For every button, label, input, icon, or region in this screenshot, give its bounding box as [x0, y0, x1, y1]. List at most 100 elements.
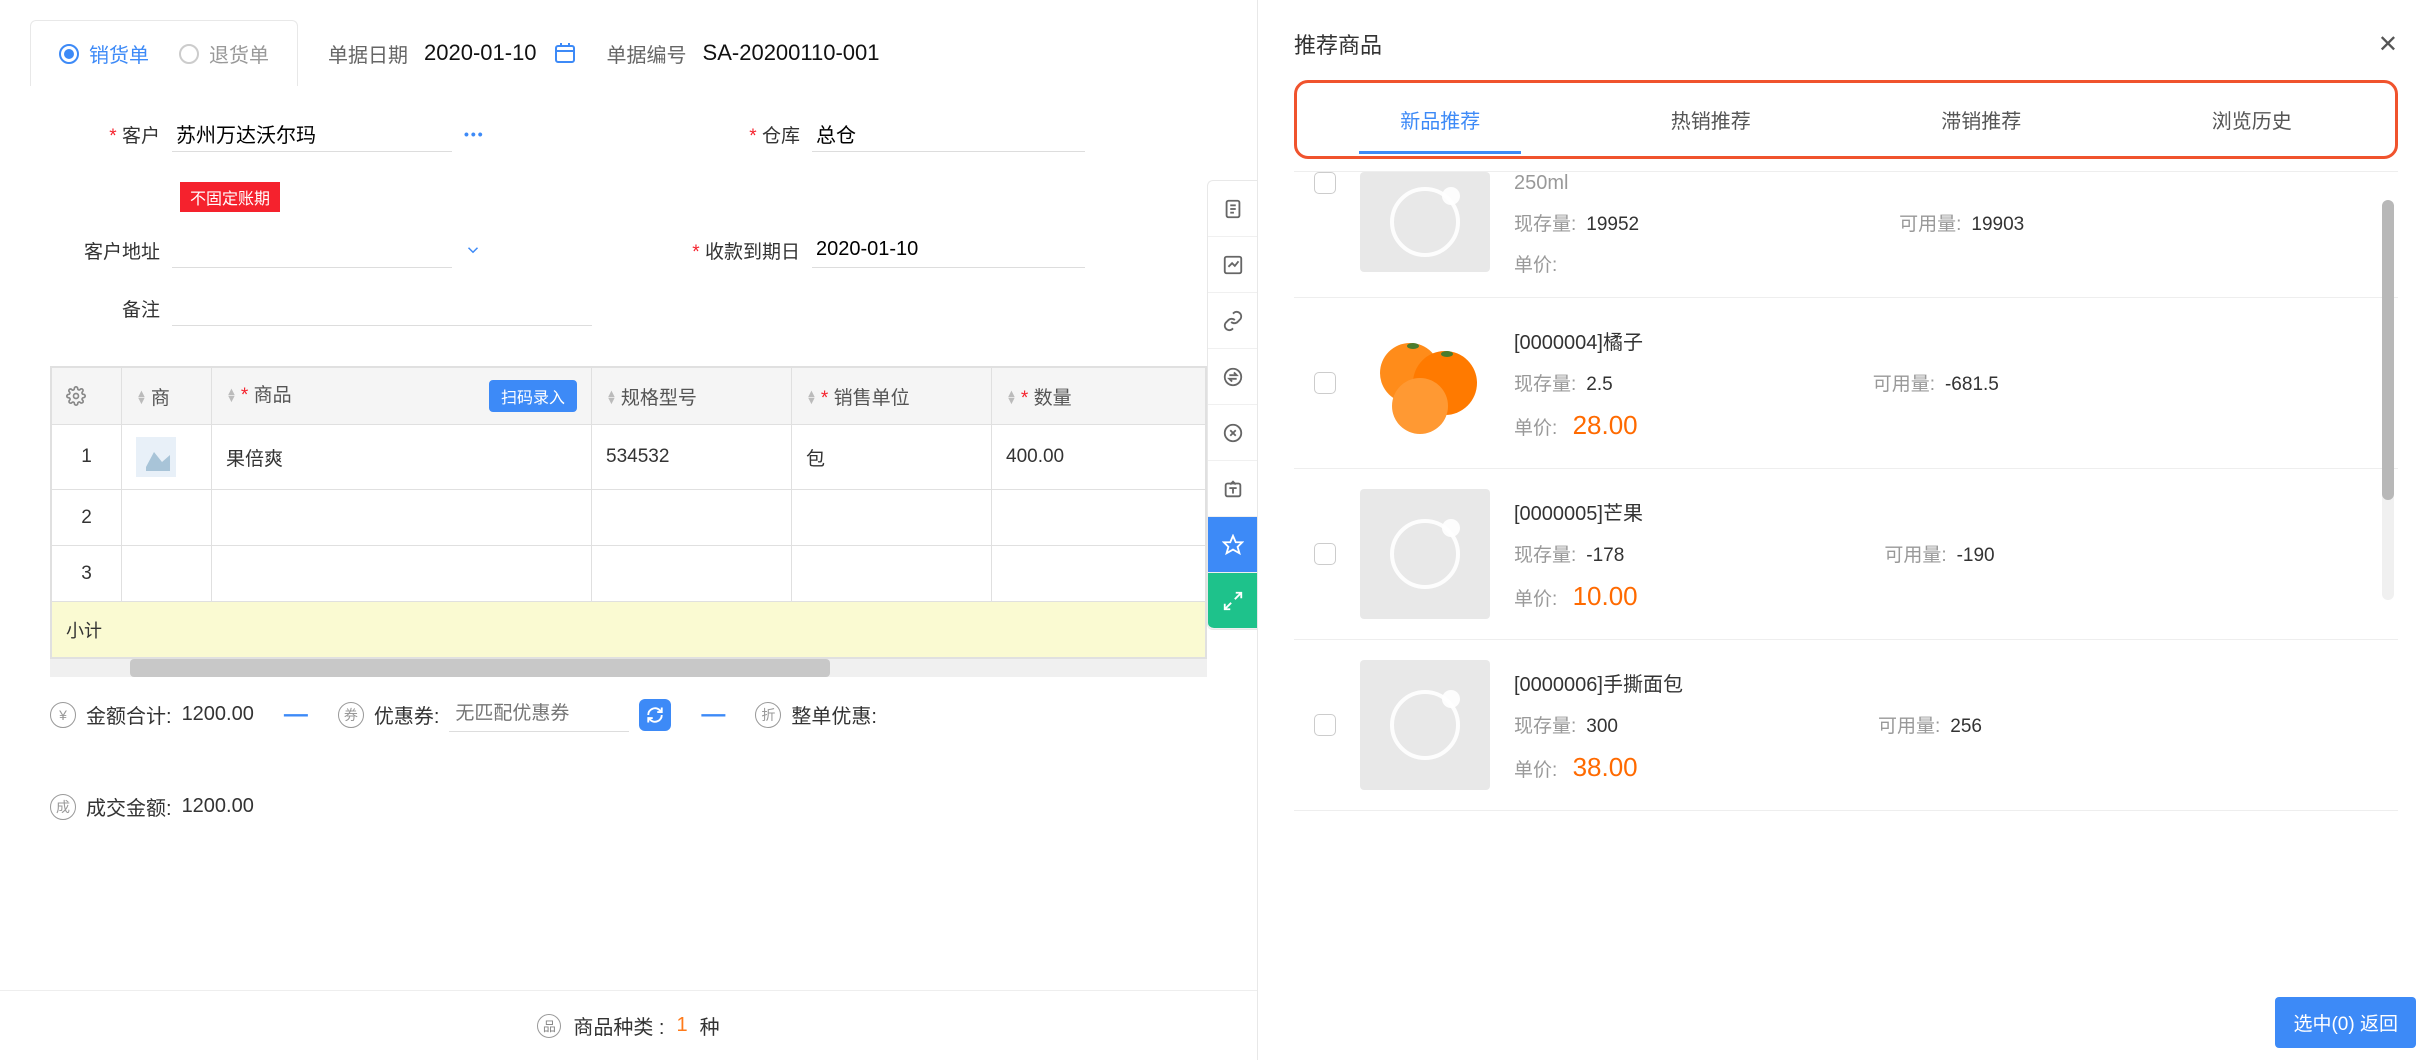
stock-value: -178 — [1586, 545, 1624, 566]
col-name[interactable]: ▲▼* 商品 扫码录入 — [212, 368, 592, 425]
product-row: 250ml 现存量:19952 可用量:19903 单价: — [1294, 172, 2398, 298]
items-table: ▲▼商 ▲▼* 商品 扫码录入 ▲▼规格型号 ▲▼* 销售单位 ▲▼* 数量 1… — [51, 367, 1206, 658]
tab-history[interactable]: 浏览历史 — [2117, 87, 2388, 152]
col-img[interactable]: ▲▼商 — [122, 368, 212, 425]
receipt-icon[interactable] — [1208, 405, 1257, 461]
total-amount: ¥ 金额合计: 1200.00 — [50, 700, 254, 729]
tab-slow[interactable]: 滞销推荐 — [1846, 87, 2117, 152]
recommend-tabs-highlight: 新品推荐 热销推荐 滞销推荐 浏览历史 — [1294, 80, 2398, 159]
subtotal-row: 小计 — [52, 602, 1206, 658]
col-qty[interactable]: ▲▼* 数量 — [992, 368, 1206, 425]
notes-icon[interactable] — [1208, 181, 1257, 237]
customer-label: * 客户 — [50, 121, 160, 148]
product-row: [0000005]芒果 现存量:-178 可用量:-190 单价: 10.00 — [1294, 469, 2398, 640]
remark-input[interactable] — [172, 290, 592, 326]
doc-number: 单据编号 SA-20200110-001 — [607, 39, 880, 68]
link-icon[interactable] — [1208, 293, 1257, 349]
items-table-wrap: ▲▼商 ▲▼* 商品 扫码录入 ▲▼规格型号 ▲▼* 销售单位 ▲▼* 数量 1… — [50, 366, 1207, 659]
sales-form-panel: 销货单 退货单 单据日期 2020-01-10 单据编号 SA-20200110… — [0, 0, 1258, 1060]
discount-icon: 折 — [755, 702, 781, 728]
variety-suffix: 种 — [700, 1011, 720, 1040]
star-icon[interactable] — [1208, 517, 1257, 573]
checkbox[interactable] — [1314, 172, 1336, 194]
radio-icon — [59, 44, 79, 64]
payment-icon[interactable] — [1208, 461, 1257, 517]
horizontal-scrollbar[interactable] — [50, 659, 1207, 677]
credit-badge: 不固定账期 — [180, 182, 280, 212]
addr-input[interactable] — [172, 232, 452, 268]
panel-header: 推荐商品 ✕ — [1258, 0, 2434, 80]
tab-hot[interactable]: 热销推荐 — [1576, 87, 1847, 152]
recommend-tabs: 新品推荐 热销推荐 滞销推荐 浏览历史 — [1305, 87, 2387, 152]
coupon: 券 优惠券: — [338, 697, 672, 732]
stock-value: 300 — [1586, 716, 1618, 737]
table-row[interactable]: 3 — [52, 546, 1206, 602]
checkbox[interactable] — [1314, 543, 1336, 565]
minus-icon: — — [701, 701, 725, 729]
due-input[interactable] — [812, 232, 1085, 268]
cell-thumb — [122, 425, 212, 490]
cell-unit[interactable]: 包 — [792, 425, 992, 490]
price-value: 38.00 — [1573, 752, 1638, 782]
customer-input[interactable] — [172, 116, 452, 152]
product-list: 250ml 现存量:19952 可用量:19903 单价: [0000004]橘… — [1294, 171, 2398, 951]
product-row: [0000004]橘子 现存量:2.5 可用量:-681.5 单价: 28.00 — [1294, 298, 2398, 469]
deal-amount: 成 成交金额: 1200.00 — [50, 792, 254, 821]
product-thumb — [1360, 660, 1490, 790]
ellipsis-icon[interactable]: ••• — [464, 126, 485, 142]
footer: 品 商品种类 : 1 种 — [0, 990, 1257, 1060]
transfer-icon[interactable] — [1208, 349, 1257, 405]
doc-date: 单据日期 2020-01-10 — [328, 39, 577, 68]
avail-value: -190 — [1957, 545, 1995, 566]
yen-icon: ¥ — [50, 702, 76, 728]
vertical-scrollbar[interactable] — [2382, 200, 2394, 600]
chevron-down-icon[interactable] — [464, 241, 482, 259]
remark-label: 备注 — [50, 295, 160, 322]
product-name: [0000006]手撕面包 — [1514, 668, 2388, 697]
col-spec[interactable]: ▲▼规格型号 — [592, 368, 792, 425]
select-return-button[interactable]: 选中(0) 返回 — [2275, 997, 2416, 1048]
calendar-icon[interactable] — [553, 41, 577, 65]
product-name: [0000004]橘子 — [1514, 326, 2388, 355]
tab-sales[interactable]: 销货单 — [59, 39, 149, 68]
tab-new[interactable]: 新品推荐 — [1305, 87, 1576, 152]
table-row[interactable]: 2 — [52, 490, 1206, 546]
warehouse-input[interactable] — [812, 116, 1085, 152]
checkbox[interactable] — [1314, 372, 1336, 394]
col-unit[interactable]: ▲▼* 销售单位 — [792, 368, 992, 425]
coupon-icon: 券 — [338, 702, 364, 728]
product-thumb — [1360, 489, 1490, 619]
doc-num-label: 单据编号 — [607, 39, 687, 68]
deal-icon: 成 — [50, 794, 76, 820]
side-rail — [1207, 180, 1257, 630]
tab-return[interactable]: 退货单 — [179, 39, 269, 68]
doc-date-label: 单据日期 — [328, 39, 408, 68]
cell-idx: 1 — [52, 425, 122, 490]
refresh-icon[interactable] — [639, 699, 671, 731]
avail-value: 19903 — [1971, 214, 2024, 235]
product-name: [0000005]芒果 — [1514, 497, 2388, 526]
chart-icon[interactable] — [1208, 237, 1257, 293]
cell-spec[interactable]: 534532 — [592, 425, 792, 490]
order-discount: 折 整单优惠: — [755, 700, 877, 729]
recommend-panel: 推荐商品 ✕ 新品推荐 热销推荐 滞销推荐 浏览历史 250ml 现存量:199… — [1258, 0, 2434, 1060]
scan-button[interactable]: 扫码录入 — [489, 380, 577, 412]
order-type-tabs: 销货单 退货单 — [30, 20, 298, 86]
avail-value: 256 — [1950, 716, 1982, 737]
price-value: 10.00 — [1573, 581, 1638, 611]
gear-icon[interactable] — [66, 386, 107, 406]
product-thumb — [1360, 172, 1490, 272]
variety-value: 1 — [677, 1014, 688, 1037]
checkbox[interactable] — [1314, 714, 1336, 736]
cell-qty[interactable]: 400.00 — [992, 425, 1206, 490]
close-icon[interactable]: ✕ — [2378, 30, 2398, 59]
coupon-input[interactable] — [449, 697, 629, 732]
expand-icon[interactable] — [1208, 573, 1257, 629]
price-value: 28.00 — [1573, 410, 1638, 440]
tab-return-label: 退货单 — [209, 39, 269, 68]
doc-date-value[interactable]: 2020-01-10 — [424, 40, 537, 66]
table-row[interactable]: 1 果倍爽 534532 包 400.00 — [52, 425, 1206, 490]
cell-name[interactable]: 果倍爽 — [212, 425, 592, 490]
panel-title: 推荐商品 — [1294, 28, 1382, 60]
variety-label: 商品种类 : — [573, 1011, 664, 1040]
